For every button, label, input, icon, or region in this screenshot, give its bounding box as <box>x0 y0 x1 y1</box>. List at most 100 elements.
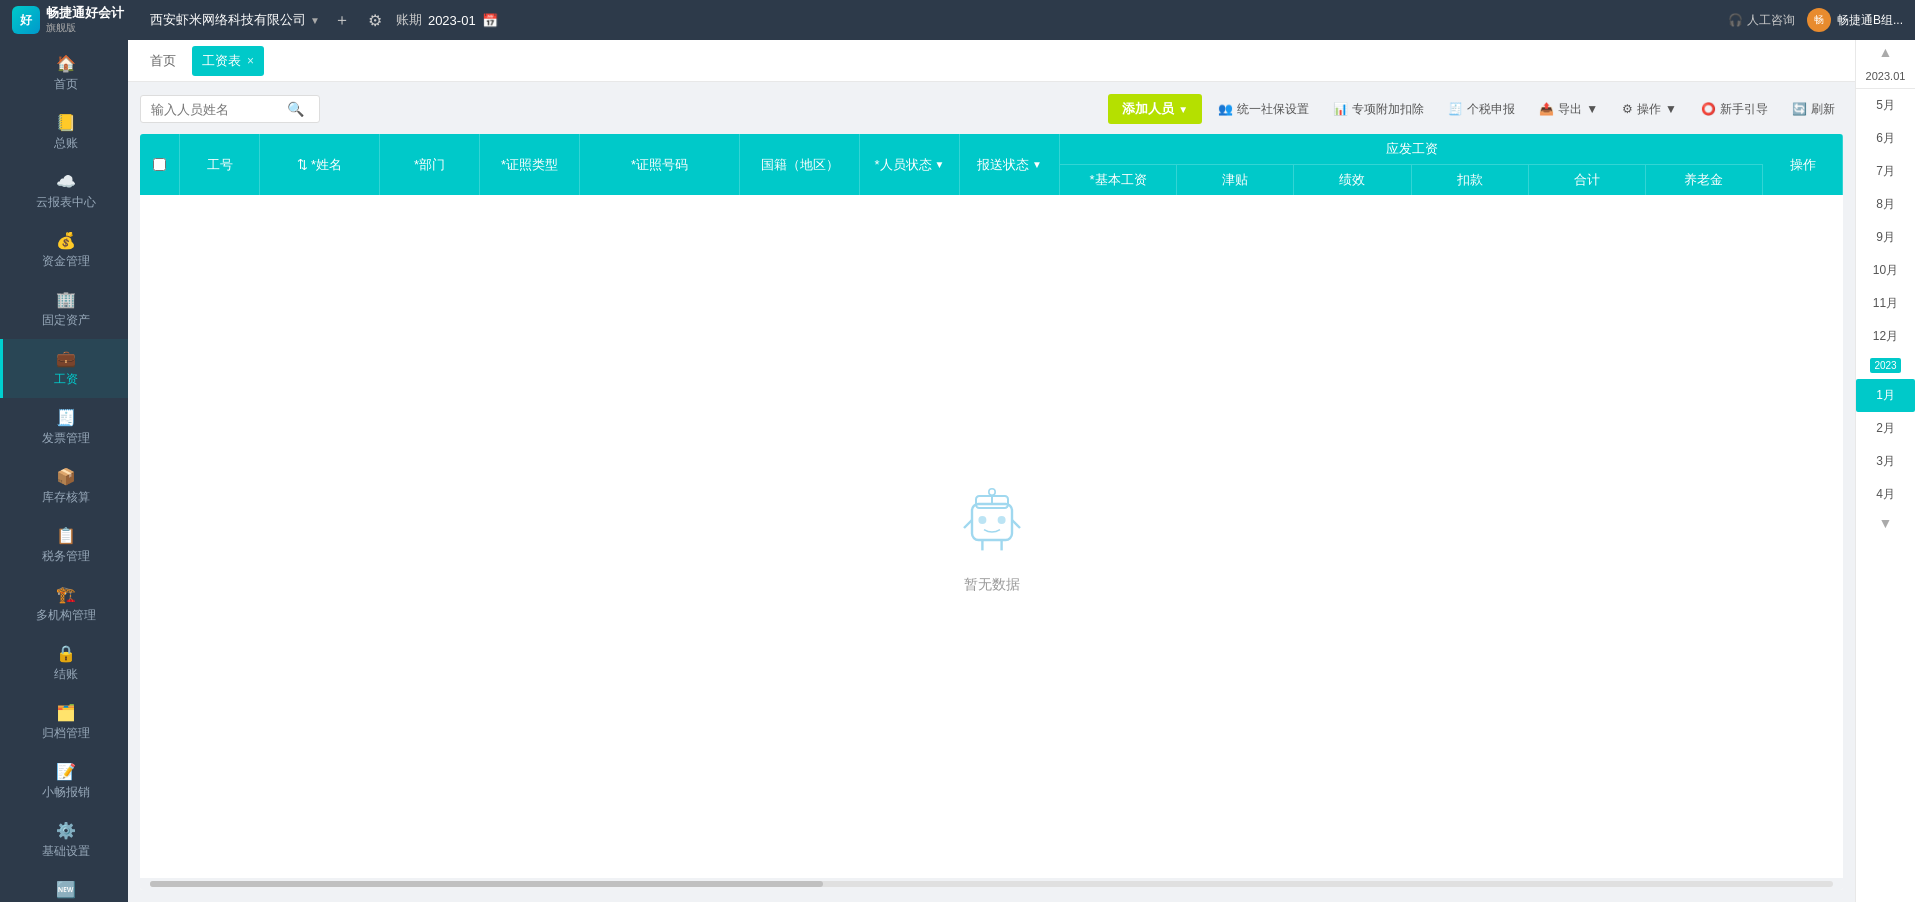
ledger-icon: 📒 <box>56 113 76 132</box>
social-security-icon: 👥 <box>1218 102 1233 116</box>
sidebar-label-assets: 固定资产 <box>42 312 90 329</box>
empty-icon <box>952 480 1032 560</box>
sidebar-label-invoice: 发票管理 <box>42 430 90 447</box>
sidebar-item-invoice[interactable]: 🧾 发票管理 <box>0 398 128 457</box>
month-item-9[interactable]: 9月 <box>1856 221 1915 254</box>
tab-close-icon[interactable]: × <box>247 54 254 68</box>
right-panel: ▲ 2023.01 5月 6月 7月 8月 9月 10月 11月 12月 202… <box>1855 40 1915 902</box>
sort-name-icon[interactable]: ⇅ <box>297 157 308 172</box>
search-input[interactable] <box>151 102 281 117</box>
add-person-button[interactable]: 添加人员 ▼ <box>1108 94 1202 124</box>
headset-icon: 🎧 <box>1728 13 1743 27</box>
sidebar-item-expense[interactable]: 📝 小畅报销 <box>0 752 128 811</box>
gear-icon: ⚙️ <box>56 821 76 840</box>
th-operations: 操作 <box>1763 134 1843 195</box>
sidebar-label-multi: 多机构管理 <box>36 607 96 624</box>
sidebar-label-home: 首页 <box>54 76 78 93</box>
company-chevron-icon: ▼ <box>310 15 320 26</box>
settings-icon[interactable]: ⚙ <box>364 7 386 34</box>
th-salary-group: 应发工资 *基本工资 津贴 绩效 扣款 合计 养老金 <box>1060 134 1763 195</box>
th-name-label: *姓名 <box>311 156 342 174</box>
sidebar-item-assets[interactable]: 🏢 固定资产 <box>0 280 128 339</box>
sidebar-item-payroll[interactable]: 💼 工资 <box>0 339 128 398</box>
report-filter-icon[interactable]: ▼ <box>1032 159 1042 170</box>
month-item-11[interactable]: 11月 <box>1856 287 1915 320</box>
sidebar-label-cloud: 云报表中心 <box>36 194 96 211</box>
logo-icon: 好 <box>12 6 40 34</box>
search-box[interactable]: 🔍 <box>140 95 320 123</box>
empty-text: 暂无数据 <box>964 576 1020 594</box>
social-security-button[interactable]: 👥 统一社保设置 <box>1210 96 1317 123</box>
calendar-icon[interactable]: 📅 <box>482 13 498 28</box>
th-id: 工号 <box>180 134 260 195</box>
social-security-label: 统一社保设置 <box>1237 101 1309 118</box>
tax-icon: 📋 <box>56 526 76 545</box>
sidebar-item-multi[interactable]: 🏗️ 多机构管理 <box>0 575 128 634</box>
month-item-6[interactable]: 6月 <box>1856 122 1915 155</box>
month-item-8[interactable]: 8月 <box>1856 188 1915 221</box>
svg-line-9 <box>1012 520 1020 528</box>
company-selector[interactable]: 西安虾米网络科技有限公司 ▼ <box>150 11 320 29</box>
guide-button[interactable]: ⭕ 新手引导 <box>1693 96 1776 123</box>
th-salary-top: 应发工资 <box>1060 134 1763 165</box>
month-nav-up-icon[interactable]: ▲ <box>1856 40 1915 64</box>
tab-home[interactable]: 首页 <box>140 46 186 76</box>
sidebar-item-ledger[interactable]: 📒 总账 <box>0 103 128 162</box>
app-container: 好 畅捷通好会计 旗舰版 西安虾米网络科技有限公司 ▼ ＋ ⚙ 账期 2023-… <box>0 0 1915 902</box>
refresh-button[interactable]: 🔄 刷新 <box>1784 96 1843 123</box>
invoice-icon: 🧾 <box>56 408 76 427</box>
current-period-header: 2023.01 <box>1856 64 1915 89</box>
scroll-thumb[interactable] <box>150 881 823 887</box>
top-bar-right: 🎧 人工咨询 畅 畅捷通B组... <box>1728 8 1903 32</box>
tax-report-button[interactable]: 🧾 个税申报 <box>1440 96 1523 123</box>
year-badge: 2023 <box>1870 358 1900 373</box>
sidebar-label-archive: 归档管理 <box>42 725 90 742</box>
special-deduction-button[interactable]: 📊 专项附加扣除 <box>1325 96 1432 123</box>
th-status: *人员状态 ▼ <box>860 134 960 195</box>
refresh-icon: 🔄 <box>1792 102 1807 116</box>
sidebar-item-guide[interactable]: 🆕 新手引导 <box>0 870 128 902</box>
sidebar-item-settings[interactable]: ⚙️ 基础设置 <box>0 811 128 870</box>
sidebar-item-tax[interactable]: 📋 税务管理 <box>0 516 128 575</box>
sidebar-label-ledger: 总账 <box>54 135 78 152</box>
table-header: 工号 ⇅ *姓名 *部门 *证照类型 *证照号码 <box>140 134 1843 195</box>
sidebar-item-funds[interactable]: 💰 资金管理 <box>0 221 128 280</box>
month-item-4[interactable]: 4月 <box>1856 478 1915 511</box>
sidebar-item-cloud[interactable]: ☁️ 云报表中心 <box>0 162 128 221</box>
th-deductions: 扣款 <box>1412 165 1529 195</box>
export-button[interactable]: 📤 导出 ▼ <box>1531 96 1606 123</box>
add-company-icon[interactable]: ＋ <box>330 6 354 35</box>
sidebar-item-close[interactable]: 🔒 结账 <box>0 634 128 693</box>
sidebar-item-archive[interactable]: 🗂️ 归档管理 <box>0 693 128 752</box>
sidebar-item-home[interactable]: 🏠 首页 <box>0 44 128 103</box>
month-item-1[interactable]: 1月 <box>1856 379 1915 412</box>
scroll-track[interactable] <box>150 881 1833 887</box>
user-info: 畅 畅捷通B组... <box>1807 8 1903 32</box>
month-item-7[interactable]: 7月 <box>1856 155 1915 188</box>
month-item-10[interactable]: 10月 <box>1856 254 1915 287</box>
status-filter-icon[interactable]: ▼ <box>935 159 945 170</box>
service-button[interactable]: 🎧 人工咨询 <box>1728 12 1795 29</box>
logo-text-area: 畅捷通好会计 旗舰版 <box>46 5 124 35</box>
sidebar-label-tax: 税务管理 <box>42 548 90 565</box>
select-all-checkbox[interactable] <box>153 158 166 171</box>
month-item-12[interactable]: 12月 <box>1856 320 1915 353</box>
operation-button[interactable]: ⚙ 操作 ▼ <box>1614 96 1685 123</box>
month-item-3[interactable]: 3月 <box>1856 445 1915 478</box>
svg-point-4 <box>978 516 986 524</box>
month-item-2[interactable]: 2月 <box>1856 412 1915 445</box>
funds-icon: 💰 <box>56 231 76 250</box>
month-item-5[interactable]: 5月 <box>1856 89 1915 122</box>
th-checkbox[interactable] <box>140 134 180 195</box>
tax-report-label: 个税申报 <box>1467 101 1515 118</box>
month-nav-down-icon[interactable]: ▼ <box>1856 511 1915 535</box>
refresh-label: 刷新 <box>1811 101 1835 118</box>
sidebar-label-funds: 资金管理 <box>42 253 90 270</box>
cloud-icon: ☁️ <box>56 172 76 191</box>
scroll-bar-container <box>140 878 1843 890</box>
th-performance: 绩效 <box>1294 165 1411 195</box>
th-operations-label: 操作 <box>1790 156 1816 174</box>
sidebar-item-inventory[interactable]: 📦 库存核算 <box>0 457 128 516</box>
export-icon: 📤 <box>1539 102 1554 116</box>
tab-payroll[interactable]: 工资表 × <box>192 46 264 76</box>
